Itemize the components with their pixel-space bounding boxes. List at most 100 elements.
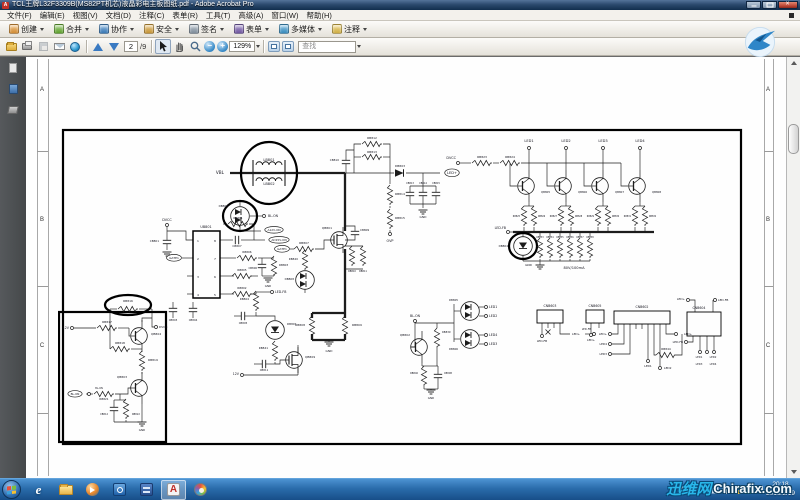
taskbar-paint-icon[interactable] bbox=[188, 480, 213, 500]
maximize-button[interactable] bbox=[762, 1, 777, 9]
terminal bbox=[602, 147, 605, 150]
schematic-label: QB806 bbox=[578, 190, 587, 194]
previous-page-button[interactable] bbox=[90, 39, 106, 54]
menu-item-6[interactable]: 工具(T) bbox=[202, 10, 235, 21]
schematic-label: LED+ bbox=[677, 297, 686, 301]
schematic-label: QB801 bbox=[322, 226, 332, 230]
schematic-label: RB821 bbox=[99, 397, 108, 401]
schematic-wire bbox=[584, 163, 591, 186]
zoom-in-button[interactable]: + bbox=[217, 41, 228, 52]
taskbar-movie-maker-icon[interactable] bbox=[134, 480, 159, 500]
schematic-label: LED2 bbox=[710, 355, 717, 359]
schematic-label: RB832 bbox=[649, 215, 657, 218]
document-page[interactable]: VBLLB801LB802RB812RB813CB810DB803LED+RB8… bbox=[26, 57, 786, 478]
schematic-wire bbox=[115, 388, 131, 394]
zoom-dropdown-icon[interactable] bbox=[256, 45, 260, 48]
wmp-icon bbox=[86, 483, 99, 496]
schematic-label: GND bbox=[428, 396, 434, 400]
page-total-label: /9 bbox=[140, 42, 146, 51]
schematic-label: CB801 bbox=[150, 239, 159, 243]
print-button[interactable] bbox=[19, 39, 35, 54]
task-button-表单[interactable]: 表单 bbox=[229, 22, 274, 37]
full-screen-button[interactable] bbox=[282, 41, 294, 52]
hand-tool-button[interactable] bbox=[171, 39, 187, 54]
page-number-input[interactable] bbox=[124, 41, 138, 52]
dropdown-caret-icon bbox=[363, 28, 367, 31]
schematic-label: RB816 bbox=[123, 299, 133, 303]
schematic-wire bbox=[315, 240, 330, 249]
schematic-label: LED1 bbox=[524, 139, 533, 143]
menu-item-8[interactable]: 窗口(W) bbox=[267, 10, 302, 21]
schematic-label: GND bbox=[525, 263, 533, 267]
pages-panel-icon[interactable] bbox=[6, 61, 20, 75]
share-button[interactable] bbox=[67, 39, 83, 54]
dual-diode bbox=[461, 302, 480, 321]
taskbar-explorer-icon[interactable] bbox=[53, 480, 78, 500]
scrollbar-thumb[interactable] bbox=[788, 124, 799, 154]
scroll-up-arrow[interactable] bbox=[788, 57, 800, 69]
schematic-label: QB808 bbox=[652, 190, 661, 194]
task-button-合并[interactable]: 合并 bbox=[49, 22, 94, 37]
schematic-label: RB807 bbox=[299, 241, 309, 245]
open-button[interactable] bbox=[3, 39, 19, 54]
schematic-label: RB818 bbox=[115, 341, 125, 345]
schematic-label: RB811 bbox=[359, 270, 367, 273]
vertical-scrollbar[interactable] bbox=[786, 57, 800, 478]
select-tool-button[interactable] bbox=[155, 39, 171, 54]
task-button-协作[interactable]: 协作 bbox=[94, 22, 139, 37]
schematic-wire bbox=[434, 328, 439, 348]
scroll-down-arrow[interactable] bbox=[788, 466, 800, 478]
next-page-button[interactable] bbox=[106, 39, 122, 54]
page-display-button[interactable] bbox=[268, 41, 280, 52]
menu-item-0[interactable]: 文件(F) bbox=[3, 10, 36, 21]
explorer-icon bbox=[59, 485, 73, 495]
schematic-wire bbox=[547, 163, 554, 186]
schematic-label: RB801 bbox=[233, 216, 242, 220]
zoom-level-value[interactable]: 129% bbox=[229, 41, 255, 52]
terminal bbox=[241, 374, 244, 377]
task-button-安全[interactable]: 安全 bbox=[139, 22, 184, 37]
task-button-签名[interactable]: 签名 bbox=[184, 22, 229, 37]
schematic-wire bbox=[560, 328, 570, 334]
schematic-label: LED3 bbox=[598, 139, 607, 143]
schematic-label: DVCC bbox=[159, 325, 168, 329]
menu-item-9[interactable]: 帮助(H) bbox=[303, 10, 336, 21]
email-button[interactable] bbox=[51, 39, 67, 54]
task-button-创建[interactable]: 创建 bbox=[4, 22, 49, 37]
magnifier-icon bbox=[190, 41, 201, 52]
schematic-label: RB831 bbox=[624, 215, 632, 218]
taskbar-wmp-icon[interactable] bbox=[80, 480, 105, 500]
task-button-注释[interactable]: 注释 bbox=[327, 22, 372, 37]
terminal bbox=[541, 335, 544, 338]
menu-item-5[interactable]: 表单(R) bbox=[168, 10, 201, 21]
zoom-out-button[interactable]: − bbox=[204, 41, 215, 52]
menu-item-2[interactable]: 视图(V) bbox=[69, 10, 102, 21]
bookmarks-panel-icon[interactable] bbox=[6, 82, 20, 96]
title-bar[interactable]: A TCL王牌L32F3309B(MS82PT机芯)液晶彩电主板图纸.pdf -… bbox=[0, 0, 800, 10]
layers-panel-icon[interactable] bbox=[6, 103, 20, 117]
taskbar-acrobat-icon[interactable]: A bbox=[161, 480, 186, 500]
menu-item-3[interactable]: 文档(D) bbox=[102, 10, 135, 21]
menu-item-7[interactable]: 高级(A) bbox=[234, 10, 267, 21]
start-button[interactable] bbox=[2, 480, 21, 499]
comment-icon bbox=[332, 24, 342, 34]
find-dropdown-icon[interactable] bbox=[357, 45, 361, 48]
taskbar-messenger-icon[interactable] bbox=[107, 480, 132, 500]
document-restore-icon[interactable] bbox=[789, 13, 794, 18]
taskbar-ie-icon[interactable]: e bbox=[26, 480, 51, 500]
task-button-多媒体[interactable]: 多媒体 bbox=[274, 22, 327, 37]
menu-item-4[interactable]: 注释(C) bbox=[135, 10, 168, 21]
terminal bbox=[485, 334, 488, 337]
menu-item-1[interactable]: 编辑(E) bbox=[36, 10, 69, 21]
zoom-marquee-button[interactable] bbox=[187, 39, 203, 54]
find-input[interactable] bbox=[298, 41, 356, 53]
terminal bbox=[155, 326, 158, 329]
terminal bbox=[659, 367, 662, 370]
ie-icon: e bbox=[36, 482, 42, 498]
close-button[interactable] bbox=[778, 1, 798, 9]
schematic-wire bbox=[547, 238, 552, 258]
zone-divider bbox=[37, 413, 48, 414]
dual-diode bbox=[296, 271, 315, 290]
save-button[interactable] bbox=[35, 39, 51, 54]
minimize-button[interactable] bbox=[746, 1, 761, 9]
